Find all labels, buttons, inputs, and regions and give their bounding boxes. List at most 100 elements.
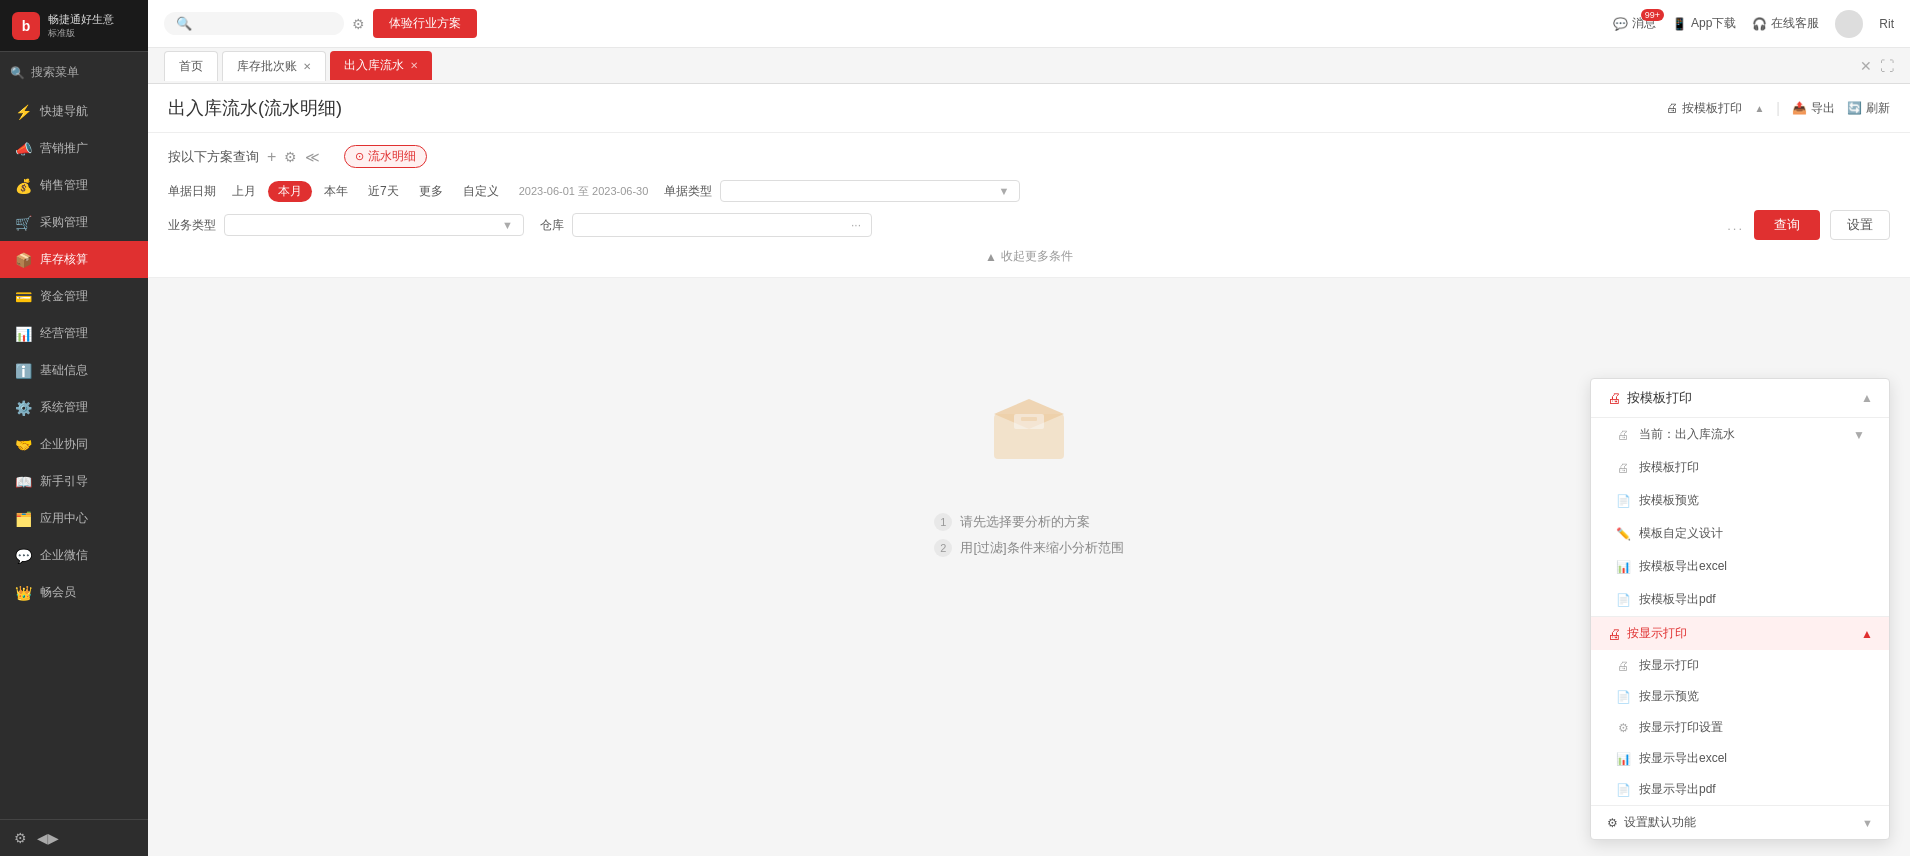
filter-toolbar: 按以下方案查询 + ⚙ ≪ ⊙ 流水明细 <box>168 145 1890 168</box>
setup-button[interactable]: 设置 <box>1830 210 1890 240</box>
filter-group-date: 单据日期 上月 本月 本年 近7天 更多 自定义 2023-06-01 至 20… <box>168 181 648 202</box>
nav-icon-kucun: 📦 <box>14 252 32 268</box>
sidebar-item-yingyong[interactable]: 🗂️ 应用中心 <box>0 500 148 537</box>
date-tab-jin7[interactable]: 近7天 <box>360 181 407 202</box>
tab-expand-icon[interactable]: ⛶ <box>1880 58 1894 74</box>
tab-close-kucun[interactable]: ✕ <box>303 61 311 72</box>
sidebar-item-jingying[interactable]: 📊 经营管理 <box>0 315 148 352</box>
username-label: Rit <box>1879 17 1894 31</box>
topbar-left: 🔍 ⚙ 体验行业方案 <box>164 9 1603 38</box>
app-name: 畅捷通好生意 标准版 <box>48 12 114 40</box>
topbar-gear-icon[interactable]: ⚙ <box>352 16 365 32</box>
export-button[interactable]: 📤 导出 <box>1792 100 1835 117</box>
collapse-button[interactable]: ▲ 收起更多条件 <box>168 248 1890 265</box>
dp-template-design[interactable]: ✏️ 模板自定义设计 <box>1591 517 1889 550</box>
doctype-select[interactable]: ▼ <box>720 180 1020 202</box>
printer-icon: 🖨 <box>1666 101 1678 115</box>
sidebar-settings-icon[interactable]: ⚙ <box>14 830 27 846</box>
warehouse-select[interactable]: ··· <box>572 213 872 237</box>
collapse-up-icon: ▲ <box>985 250 997 264</box>
sidebar-item-yingxiao[interactable]: 📣 营销推广 <box>0 130 148 167</box>
sidebar-item-xitong[interactable]: ⚙️ 系统管理 <box>0 389 148 426</box>
page-title: 出入库流水(流水明细) <box>168 96 342 132</box>
sidebar-item-qiye[interactable]: 🤝 企业协同 <box>0 426 148 463</box>
dp-current-template[interactable]: 🖨 当前：出入库流水 ▼ <box>1591 418 1889 451</box>
topbar-search-box: 🔍 <box>164 12 344 35</box>
dp-display-chevron[interactable]: ▲ <box>1861 627 1873 641</box>
print-template-button[interactable]: 🖨 按模板打印 <box>1666 100 1742 117</box>
dp-display-print-settings[interactable]: ⚙ 按显示打印设置 <box>1591 712 1889 743</box>
sidebar-search-area: 🔍 搜索菜单 <box>0 52 148 93</box>
search-input[interactable] <box>198 17 318 31</box>
sidebar-item-huiyuan[interactable]: 👑 畅会员 <box>0 574 148 611</box>
tab-kucun-pici[interactable]: 库存批次账 ✕ <box>222 51 326 81</box>
print-chevron-icon[interactable]: ▲ <box>1754 103 1764 114</box>
user-avatar[interactable] <box>1835 10 1863 38</box>
sidebar-item-zijin[interactable]: 💳 资金管理 <box>0 278 148 315</box>
page-actions: 🖨 按模板打印 ▲ | 📤 导出 🔄 刷新 <box>1666 100 1890 129</box>
query-button[interactable]: 查询 <box>1754 210 1820 240</box>
dp-template-header-left: 🖨 按模板打印 <box>1607 389 1692 407</box>
dp-display-print[interactable]: 🖨 按显示打印 <box>1591 650 1889 681</box>
tab-close-churuku[interactable]: ✕ <box>410 60 418 71</box>
refresh-button[interactable]: 🔄 刷新 <box>1847 100 1890 117</box>
svg-rect-3 <box>1021 417 1037 421</box>
nav-icon-zijin: 💳 <box>14 289 32 305</box>
date-tab-more[interactable]: 更多 <box>411 181 451 202</box>
phone-icon: 📱 <box>1672 17 1687 31</box>
sidebar: b 畅捷通好生意 标准版 🔍 搜索菜单 ⚡ 快捷导航 📣 营销推广 💰 销售管理… <box>0 0 148 856</box>
page-content: 1 请先选择要分析的方案 2 用[过滤]条件来缩小分析范围 🖨 按模板打印 <box>148 278 1910 661</box>
tabbar: 首页 库存批次账 ✕ 出入库流水 ✕ ✕ ⛶ <box>148 48 1910 84</box>
dp-template-pdf[interactable]: 📄 按模板导出pdf <box>1591 583 1889 616</box>
topbar: 🔍 ⚙ 体验行业方案 💬 消息 99+ 📱 App下载 🎧 在线客服 Rit <box>148 0 1910 48</box>
sidebar-item-kucun[interactable]: 📦 库存核算 <box>0 241 148 278</box>
sidebar-item-xiaoshou[interactable]: 💰 销售管理 <box>0 167 148 204</box>
sidebar-item-caigou[interactable]: 🛒 采购管理 <box>0 204 148 241</box>
filter-add-icon[interactable]: + <box>267 148 276 166</box>
sidebar-item-kuaijie[interactable]: ⚡ 快捷导航 <box>0 93 148 130</box>
dp-template-chevron[interactable]: ▲ <box>1861 391 1873 405</box>
date-range-text: 2023-06-01 至 2023-06-30 <box>519 184 649 199</box>
nav-icon-xiaoshou: 💰 <box>14 178 32 194</box>
dp-current-chevron[interactable]: ▼ <box>1853 428 1865 442</box>
sidebar-item-weixin[interactable]: 💬 企业微信 <box>0 537 148 574</box>
date-tab-zidingyi[interactable]: 自定义 <box>455 181 507 202</box>
sidebar-item-xinshou[interactable]: 📖 新手引导 <box>0 463 148 500</box>
sidebar-item-jichu[interactable]: ℹ️ 基础信息 <box>0 352 148 389</box>
date-tab-bennian[interactable]: 本年 <box>316 181 356 202</box>
dp-display-excel[interactable]: 📊 按显示导出excel <box>1591 743 1889 774</box>
sidebar-collapse-icon[interactable]: ◀▶ <box>37 830 59 846</box>
online-service-button[interactable]: 🎧 在线客服 <box>1752 15 1819 32</box>
tab-collapse-icon[interactable]: ✕ <box>1860 58 1872 74</box>
dp-footer[interactable]: ⚙ 设置默认功能 ▼ <box>1591 805 1889 839</box>
dp-display-pdf[interactable]: 📄 按显示导出pdf <box>1591 774 1889 805</box>
nav-icon-huiyuan: 👑 <box>14 585 32 601</box>
more-dots[interactable]: ... <box>1727 218 1744 233</box>
sidebar-search-button[interactable]: 🔍 搜索菜单 <box>10 60 138 85</box>
biztype-select[interactable]: ▼ <box>224 214 524 236</box>
template-icon: 🖨 <box>1615 428 1631 442</box>
dp-template-preview[interactable]: 📄 按模板预览 <box>1591 484 1889 517</box>
dp-footer-chevron: ▼ <box>1862 817 1873 829</box>
dp-template-print[interactable]: 🖨 按模板打印 <box>1591 451 1889 484</box>
dp-display-section-left: 🖨 按显示打印 <box>1607 625 1687 642</box>
filter-group-warehouse: 仓库 ··· <box>540 213 872 237</box>
filter-collapse-icon[interactable]: ≪ <box>305 149 320 165</box>
dp-template-header[interactable]: 🖨 按模板打印 ▲ <box>1591 379 1889 418</box>
warehouse-dots[interactable]: ··· <box>851 218 861 232</box>
nav-icon-xinshou: 📖 <box>14 474 32 490</box>
dp-display-section-header[interactable]: 🖨 按显示打印 ▲ <box>1591 616 1889 650</box>
nav-icon-yingyong: 🗂️ <box>14 511 32 527</box>
dp-template-excel[interactable]: 📊 按模板导出excel <box>1591 550 1889 583</box>
tab-churuku[interactable]: 出入库流水 ✕ <box>330 51 432 80</box>
filter-tag-liushui[interactable]: ⊙ 流水明细 <box>344 145 427 168</box>
date-tab-shangyue[interactable]: 上月 <box>224 181 264 202</box>
print-icon: 🖨 <box>1615 461 1631 475</box>
app-download-button[interactable]: 📱 App下载 <box>1672 15 1736 32</box>
filter-settings-icon[interactable]: ⚙ <box>284 149 297 165</box>
tab-home[interactable]: 首页 <box>164 51 218 81</box>
message-button[interactable]: 💬 消息 99+ <box>1613 15 1656 32</box>
dp-display-preview[interactable]: 📄 按显示预览 <box>1591 681 1889 712</box>
industry-btn[interactable]: 体验行业方案 <box>373 9 477 38</box>
date-tab-benyue[interactable]: 本月 <box>268 181 312 202</box>
